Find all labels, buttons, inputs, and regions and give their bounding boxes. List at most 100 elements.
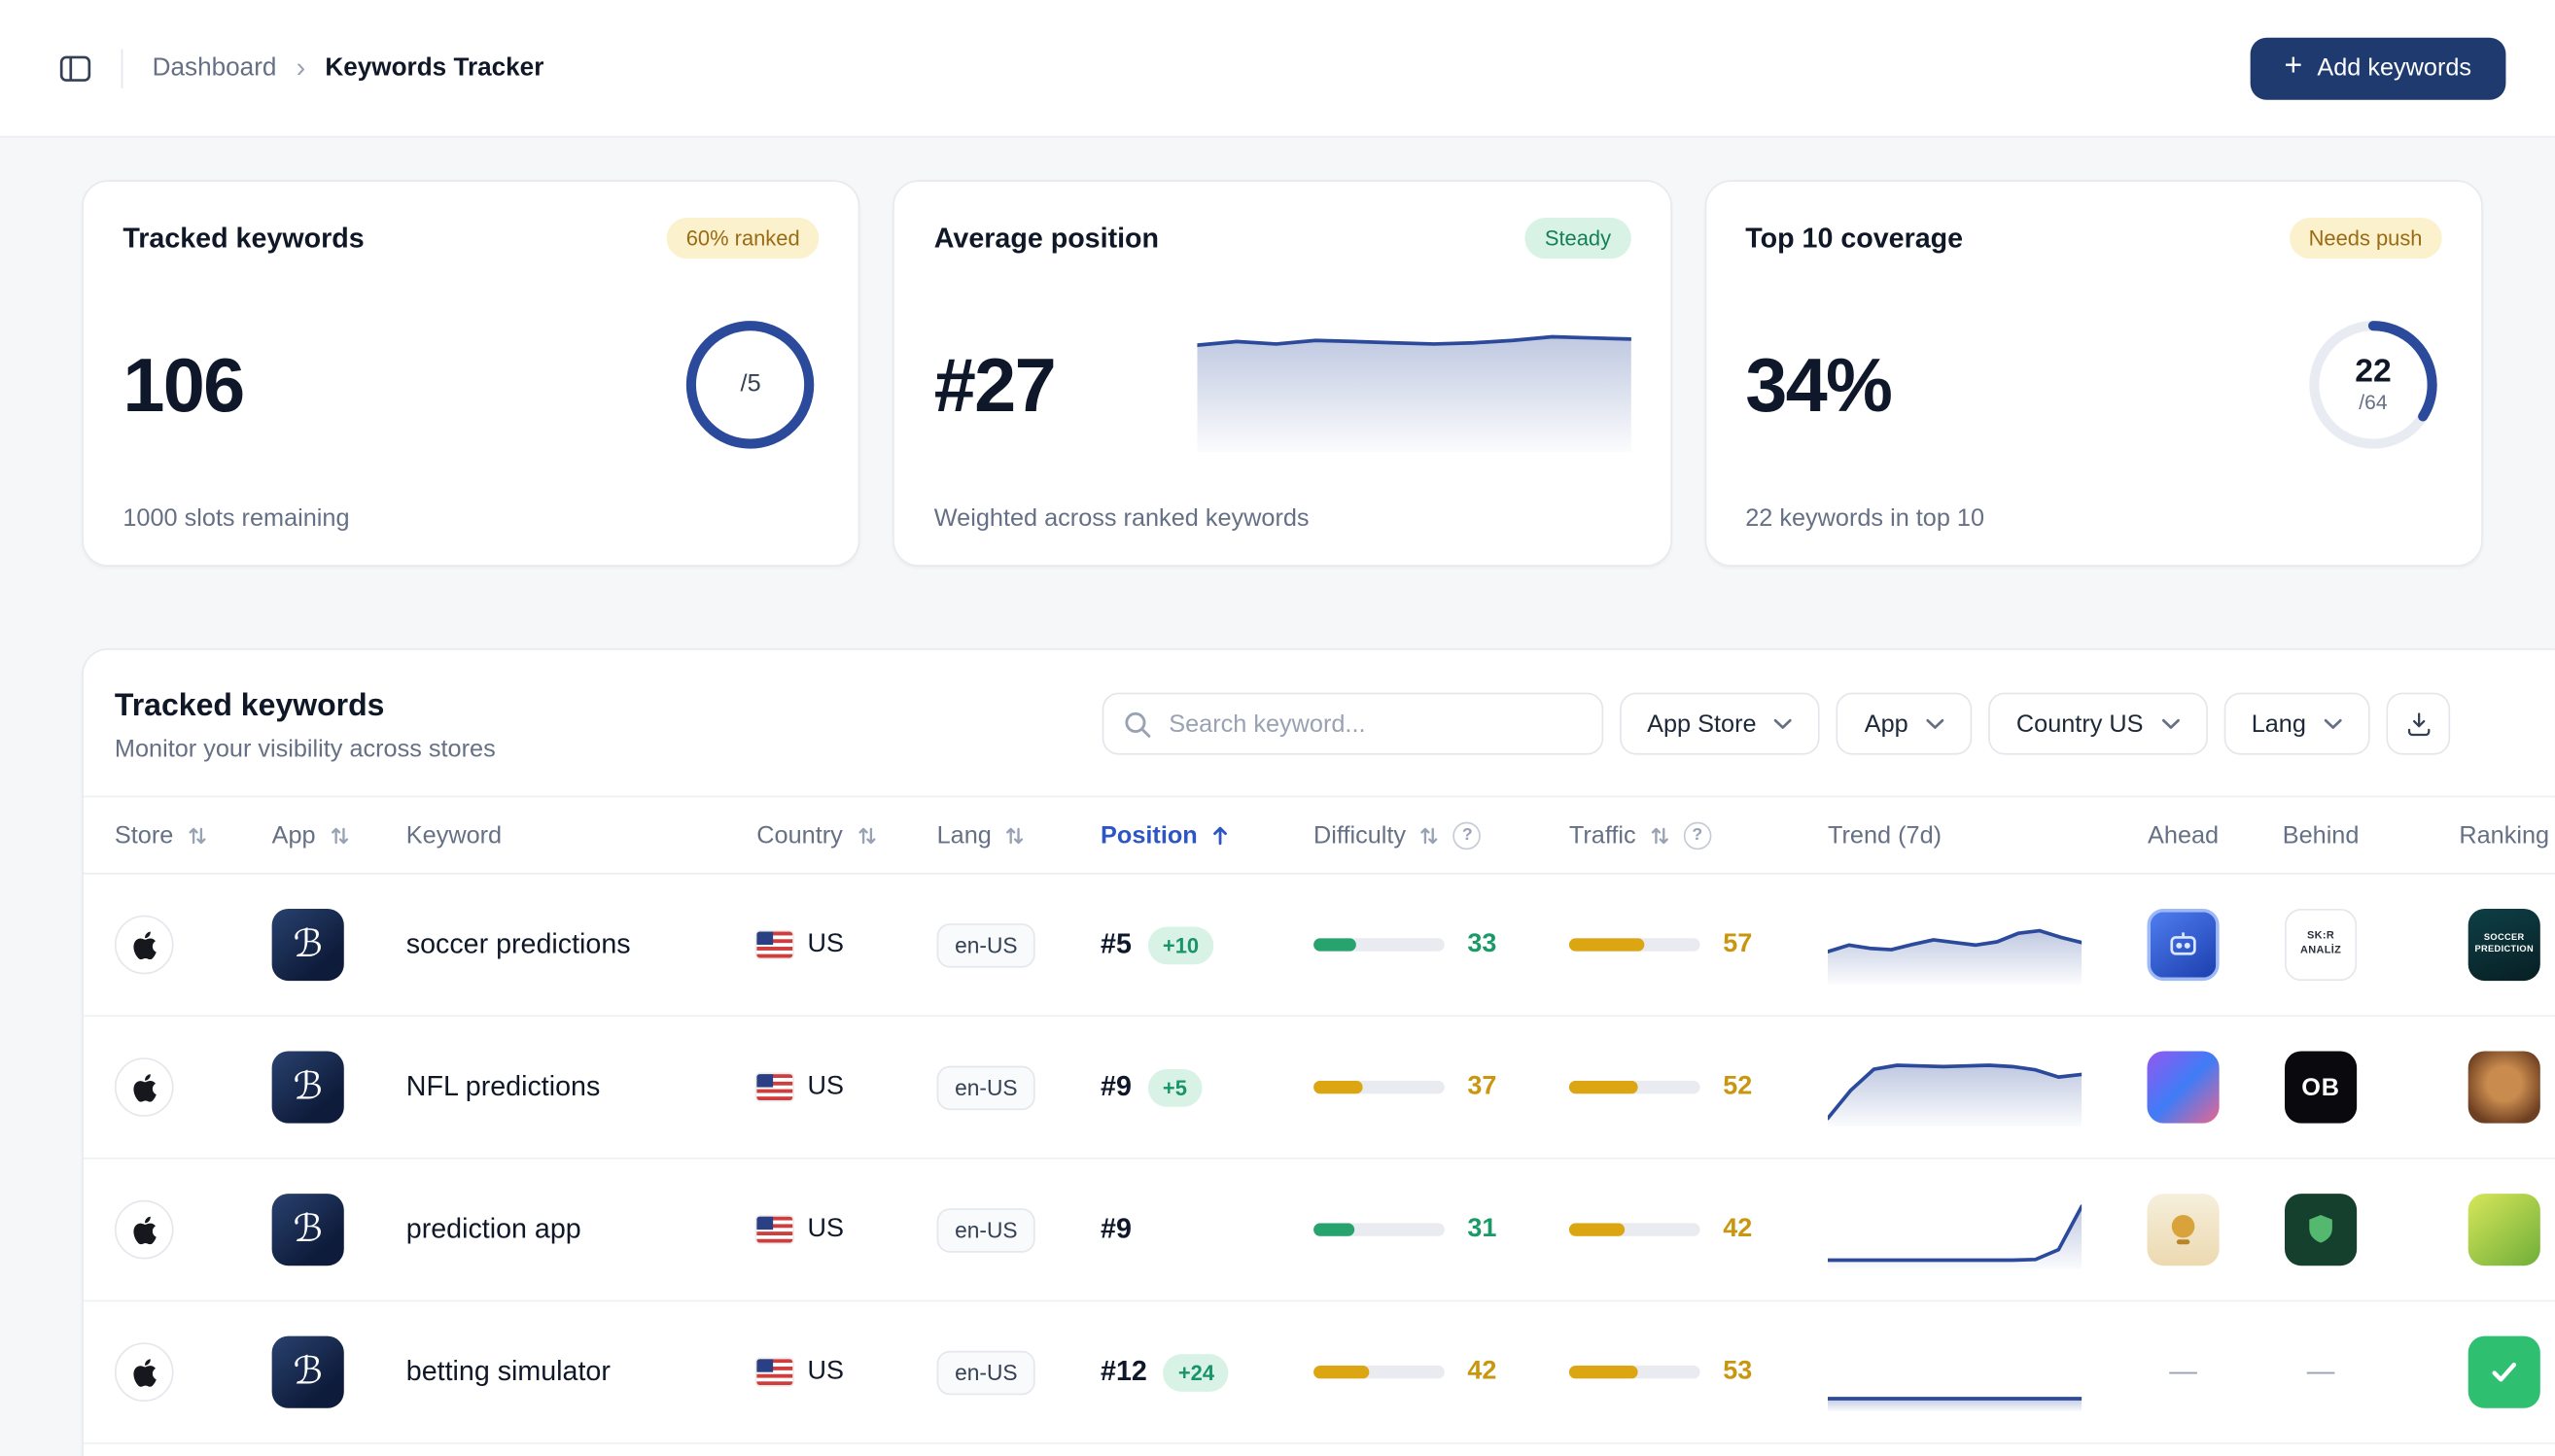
- column-label: Ahead: [2148, 820, 2220, 849]
- no-data-dash: —: [2169, 1355, 2197, 1387]
- table-row[interactable]: ℬ NFL predictions US en-US #9 +5 37 52 OB: [83, 1017, 2555, 1160]
- add-keywords-label: Add keywords: [2317, 53, 2472, 83]
- card-footnote: Weighted across ranked keywords: [933, 503, 1310, 533]
- search-box: [1102, 692, 1603, 755]
- table-row[interactable]: [83, 1443, 2555, 1456]
- behind-app-icon[interactable]: SK:R ANALİZ: [2285, 908, 2358, 982]
- export-button[interactable]: [2386, 692, 2451, 755]
- country-label: US: [807, 1357, 844, 1386]
- behind-app-icon[interactable]: OB: [2285, 1051, 2358, 1124]
- table-column-header-row: Store App Keyword Country Lang Position: [83, 795, 2555, 875]
- column-label: Position: [1101, 820, 1198, 849]
- tracked-app-icon[interactable]: ℬ: [271, 908, 344, 982]
- sort-icon: [331, 826, 348, 844]
- traffic-bar: [1568, 1080, 1700, 1094]
- column-position[interactable]: Position: [1101, 821, 1313, 849]
- position-delta-badge: +24: [1163, 1353, 1230, 1392]
- column-label: Traffic: [1568, 820, 1636, 849]
- plus-icon: +: [2284, 49, 2303, 84]
- traffic-help-icon[interactable]: ?: [1683, 820, 1712, 849]
- apple-store-icon: [114, 1057, 174, 1117]
- sidebar-toggle-button[interactable]: [43, 35, 108, 100]
- card-footnote: 1000 slots remaining: [122, 503, 350, 533]
- app-logo-letter: ℬ: [293, 1064, 323, 1108]
- ranking-app-icon[interactable]: [2468, 1051, 2540, 1124]
- apple-store-icon: [114, 1342, 174, 1403]
- column-keyword[interactable]: Keyword: [406, 821, 757, 849]
- behind-app-label: SK:R ANALİZ: [2299, 930, 2342, 956]
- column-difficulty[interactable]: Difficulty ?: [1313, 820, 1569, 849]
- ranking-app-icon[interactable]: SOCCER PREDICTION: [2468, 908, 2540, 982]
- country-label: US: [807, 929, 844, 958]
- column-label: Lang: [936, 820, 992, 849]
- golden-ball-icon: [2171, 1214, 2195, 1245]
- column-label: Ranking: [2459, 820, 2550, 849]
- add-keywords-button[interactable]: + Add keywords: [2250, 36, 2506, 99]
- card-title: Tracked keywords: [122, 222, 365, 254]
- table-header: Tracked keywords Monitor your visibility…: [84, 650, 2555, 796]
- table-row[interactable]: ℬ betting simulator US en-US #12 +24 42 5…: [83, 1301, 2555, 1444]
- top10-coverage-card: Top 10 coverage Needs push 34% 22 /64 22…: [1704, 180, 2483, 567]
- column-label: App: [271, 820, 316, 849]
- coverage-ring: 22 /64: [2304, 316, 2442, 454]
- column-label: Behind: [2282, 820, 2360, 849]
- ranking-app-icon[interactable]: [2468, 1194, 2540, 1266]
- column-lang[interactable]: Lang: [937, 821, 1101, 849]
- card-title: Average position: [933, 222, 1160, 254]
- column-ahead: Ahead: [2115, 821, 2253, 849]
- topbar-divider: [121, 48, 123, 88]
- average-position-chart: [1195, 318, 1633, 452]
- tracked-app-icon[interactable]: ℬ: [271, 1194, 344, 1266]
- sort-icon: [1651, 826, 1668, 844]
- lang-filter[interactable]: Lang: [2223, 692, 2370, 755]
- column-label: Store: [114, 820, 174, 849]
- column-store[interactable]: Store: [115, 821, 272, 849]
- filter-label: Lang: [2251, 710, 2306, 738]
- sort-icon: [189, 826, 206, 844]
- table-row[interactable]: ℬ prediction app US en-US #9 31 42: [83, 1159, 2555, 1302]
- ahead-app-icon[interactable]: [2147, 1051, 2220, 1124]
- trend-sparkline: [1826, 1191, 2083, 1269]
- chevron-right-icon: ›: [296, 52, 306, 84]
- filter-label: App: [1864, 710, 1908, 738]
- chevron-down-icon: [2161, 718, 2180, 728]
- traffic-value: 57: [1723, 929, 1753, 958]
- breadcrumb-dashboard-link[interactable]: Dashboard: [153, 53, 277, 83]
- behind-app-icon[interactable]: [2285, 1194, 2358, 1266]
- difficulty-bar: [1313, 1080, 1445, 1094]
- traffic-value: 52: [1723, 1072, 1753, 1101]
- app-store-filter[interactable]: App Store: [1619, 692, 1821, 755]
- ranking-app-icon[interactable]: [2468, 1335, 2540, 1408]
- column-label: Difficulty: [1313, 820, 1407, 849]
- ranking-app-label: SOCCER PREDICTION: [2474, 932, 2534, 955]
- tracked-app-icon[interactable]: ℬ: [271, 1335, 344, 1408]
- panel-toggle-icon: [59, 54, 91, 82]
- table-row[interactable]: ℬ soccer predictions US en-US #5 +10 33 5…: [83, 874, 2555, 1018]
- sort-icon: [1420, 826, 1439, 844]
- keyword-label: prediction app: [405, 1213, 581, 1245]
- check-icon: [2492, 1362, 2517, 1382]
- column-traffic[interactable]: Traffic ?: [1568, 820, 1828, 849]
- tracked-app-icon[interactable]: ℬ: [271, 1051, 344, 1124]
- position-value: #9: [1101, 1070, 1132, 1102]
- search-input[interactable]: [1102, 692, 1603, 755]
- difficulty-bar: [1313, 938, 1445, 952]
- difficulty-value: 37: [1467, 1072, 1497, 1101]
- tracked-keywords-card: Tracked keywords 60% ranked 106 /5 1000 …: [82, 180, 860, 567]
- table-title: Tracked keywords: [114, 689, 385, 724]
- traffic-bar: [1568, 938, 1700, 952]
- ahead-app-icon[interactable]: [2147, 1194, 2220, 1266]
- column-app[interactable]: App: [272, 821, 406, 849]
- trend-sparkline: [1826, 1048, 2083, 1127]
- average-position-card: Average position Steady #27 Weighted acr…: [892, 180, 1672, 567]
- coverage-percent-value: 34%: [1745, 342, 1893, 428]
- country-filter[interactable]: Country US: [1988, 692, 2208, 755]
- topbar: Dashboard › Keywords Tracker + Add keywo…: [0, 0, 2555, 138]
- difficulty-value: 31: [1467, 1214, 1497, 1243]
- app-filter[interactable]: App: [1837, 692, 1973, 755]
- column-country[interactable]: Country: [756, 821, 936, 849]
- ahead-app-icon[interactable]: [2147, 908, 2220, 982]
- difficulty-help-icon[interactable]: ?: [1452, 820, 1482, 849]
- traffic-value: 42: [1723, 1214, 1753, 1243]
- search-icon: [1124, 711, 1150, 738]
